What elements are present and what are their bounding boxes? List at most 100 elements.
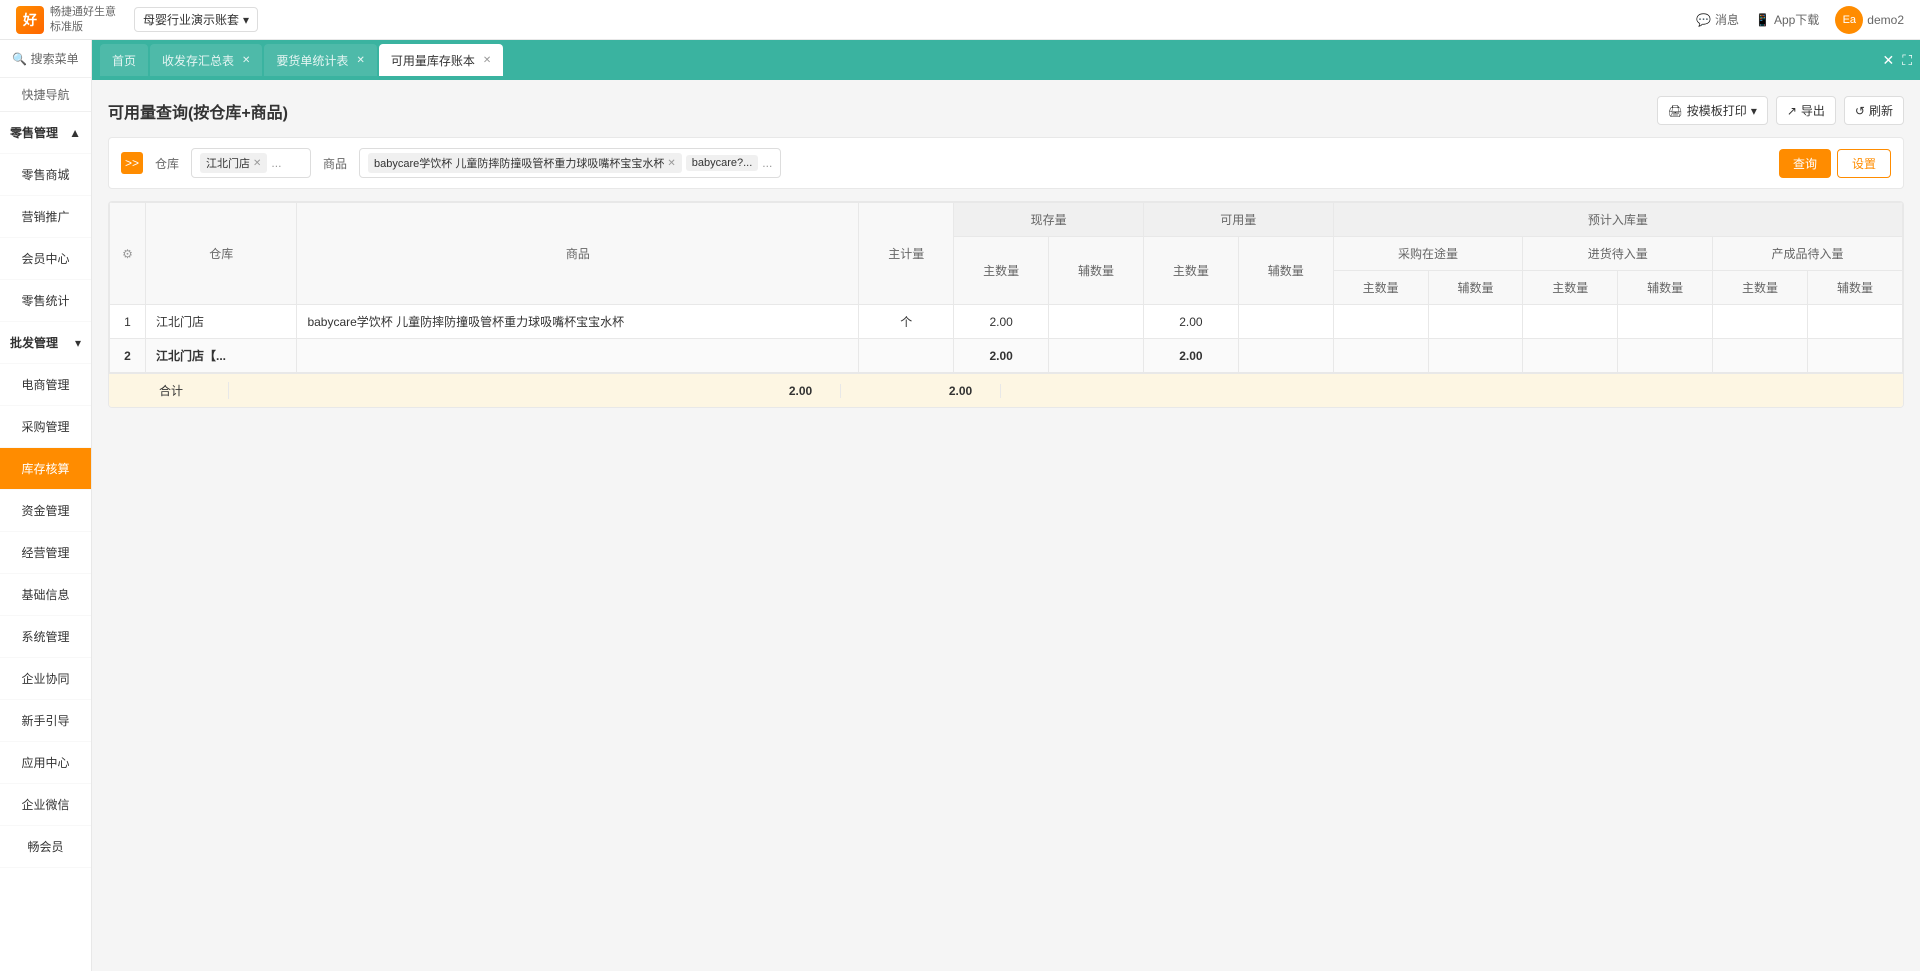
store-selector[interactable]: 母婴行业演示账套 ▾ xyxy=(134,7,258,32)
row1-product-main xyxy=(1713,305,1808,339)
warehouse-col-header: 仓库 xyxy=(146,203,297,305)
page-actions: 🖨 按模板打印 ▾ ↗ 导出 ↺ 刷新 xyxy=(1657,96,1904,125)
sidebar-item-guide[interactable]: 新手引导 xyxy=(0,700,91,742)
row2-product-aux xyxy=(1807,339,1902,373)
footer-label: 合计 xyxy=(149,382,229,399)
sidebar-item-ecommerce[interactable]: 电商管理 xyxy=(0,364,91,406)
sidebar-search[interactable]: 🔍 搜索菜单 xyxy=(0,40,91,78)
row1-available-aux xyxy=(1238,305,1333,339)
filter-actions: 查询 设置 xyxy=(1779,149,1891,178)
row1-purchase-main xyxy=(1333,305,1428,339)
tab-home[interactable]: 首页 xyxy=(100,44,148,76)
message-icon: 💬 xyxy=(1696,13,1711,27)
maximize-window-btn[interactable]: ⛶ xyxy=(1902,52,1912,69)
tab-available-ledger[interactable]: 可用量库存账本 ✕ xyxy=(379,44,503,76)
row1-index: 1 xyxy=(110,305,146,339)
purchase-aux-header: 辅数量 xyxy=(1428,271,1523,305)
close-window-btn[interactable]: ✕ xyxy=(1882,52,1894,69)
sidebar-item-member[interactable]: 会员中心 xyxy=(0,238,91,280)
chevron-down-icon: ▾ xyxy=(75,336,81,350)
tab-close-order-stats[interactable]: ✕ xyxy=(356,55,364,66)
row1-warehouse: 江北门店 xyxy=(146,305,297,339)
row1-current-aux xyxy=(1049,305,1144,339)
filter-expand-btn[interactable]: >> xyxy=(121,152,143,174)
sidebar-item-app-center[interactable]: 应用中心 xyxy=(0,742,91,784)
row1-incoming-aux xyxy=(1618,305,1713,339)
sidebar-item-enterprise-wechat[interactable]: 企业微信 xyxy=(0,784,91,826)
row2-purchase-main xyxy=(1333,339,1428,373)
warehouse-filter-input[interactable]: 江北门店 ✕ ... xyxy=(191,148,311,178)
tab-close-income-summary[interactable]: ✕ xyxy=(242,55,250,66)
data-table-container: ⚙ 仓库 商品 主计量 现存量 可用量 预计入库量 主数量 辅数量 xyxy=(108,201,1904,408)
tab-close-available-ledger[interactable]: ✕ xyxy=(483,55,491,66)
row1-unit: 个 xyxy=(859,305,954,339)
search-icon: 🔍 xyxy=(12,52,27,66)
row1-purchase-aux xyxy=(1428,305,1523,339)
tab-income-summary[interactable]: 收发存汇总表 ✕ xyxy=(150,44,262,76)
row1-product: babycare学饮杯 儿童防摔防撞吸管杯重力球吸嘴杯宝宝水杯 xyxy=(297,305,859,339)
table-row-subtotal: 2 江北门店【... 2.00 2.00 xyxy=(110,339,1903,373)
sidebar-item-wholesale[interactable]: 批发管理 ▾ xyxy=(0,322,91,364)
settings-icon[interactable]: ⚙ xyxy=(122,247,133,261)
sidebar-item-retail-stats[interactable]: 零售统计 xyxy=(0,280,91,322)
current-main-qty-header: 主数量 xyxy=(954,237,1049,305)
unit-col-header: 主计量 xyxy=(859,203,954,305)
sidebar-item-inventory[interactable]: 库存核算 xyxy=(0,448,91,490)
export-btn[interactable]: ↗ 导出 xyxy=(1776,96,1836,125)
sidebar-quick-nav[interactable]: 快捷导航 xyxy=(0,78,91,112)
print-template-btn[interactable]: 🖨 按模板打印 ▾ xyxy=(1657,96,1768,125)
product-more[interactable]: ... xyxy=(762,156,772,170)
product-tag1: babycare学饮杯 儿童防摔防撞吸管杯重力球吸嘴杯宝宝水杯 ✕ xyxy=(368,153,682,173)
sidebar-item-retail-mgmt[interactable]: 零售管理 ▲ xyxy=(0,112,91,154)
product-aux-header: 辅数量 xyxy=(1807,271,1902,305)
incoming-pending-header: 进货待入量 xyxy=(1523,237,1713,271)
chevron-down-icon: ▾ xyxy=(243,13,249,27)
message-btn[interactable]: 💬 消息 xyxy=(1696,11,1739,28)
warehouse-more[interactable]: ... xyxy=(271,156,281,170)
warehouse-tag-close[interactable]: ✕ xyxy=(253,158,261,169)
sidebar-item-operation[interactable]: 经营管理 xyxy=(0,532,91,574)
row1-current-main: 2.00 xyxy=(954,305,1049,339)
sidebar-item-finance[interactable]: 资金管理 xyxy=(0,490,91,532)
warehouse-tag: 江北门店 ✕ xyxy=(200,153,267,173)
table-row: 1 江北门店 babycare学饮杯 儿童防摔防撞吸管杯重力球吸嘴杯宝宝水杯 个… xyxy=(110,305,1903,339)
print-icon: 🖨 xyxy=(1668,104,1683,118)
sidebar-item-retail-mall[interactable]: 零售商城 xyxy=(0,154,91,196)
row1-product-aux xyxy=(1807,305,1902,339)
available-main-qty-header: 主数量 xyxy=(1143,237,1238,305)
sidebar-item-basic-info[interactable]: 基础信息 xyxy=(0,574,91,616)
incoming-main-header: 主数量 xyxy=(1523,271,1618,305)
product-filter-input[interactable]: babycare学饮杯 儿童防摔防撞吸管杯重力球吸嘴杯宝宝水杯 ✕ babyca… xyxy=(359,148,781,178)
query-button[interactable]: 查询 xyxy=(1779,149,1831,178)
product-tag1-close[interactable]: ✕ xyxy=(667,158,675,169)
incoming-aux-header: 辅数量 xyxy=(1618,271,1713,305)
setting-button[interactable]: 设置 xyxy=(1837,149,1891,178)
product-col-header: 商品 xyxy=(297,203,859,305)
tab-order-stats[interactable]: 要货单统计表 ✕ xyxy=(264,44,376,76)
filter-bar: >> 仓库 江北门店 ✕ ... 商品 babycare学饮杯 儿童防摔防撞吸管… xyxy=(108,137,1904,189)
sidebar-item-vip[interactable]: 畅会员 xyxy=(0,826,91,868)
avatar: Ea xyxy=(1835,6,1863,34)
row2-product-main xyxy=(1713,339,1808,373)
row2-unit xyxy=(859,339,954,373)
refresh-icon: ↺ xyxy=(1855,104,1865,118)
chevron-down-icon: ▾ xyxy=(1751,104,1757,118)
available-aux-qty-header: 辅数量 xyxy=(1238,237,1333,305)
row2-current-main: 2.00 xyxy=(954,339,1049,373)
row1-available-main: 2.00 xyxy=(1143,305,1238,339)
purchase-transit-header: 采购在途量 xyxy=(1333,237,1523,271)
current-aux-qty-header: 辅数量 xyxy=(1049,237,1144,305)
sidebar-item-enterprise[interactable]: 企业协同 xyxy=(0,658,91,700)
settings-col-header[interactable]: ⚙ xyxy=(110,203,146,305)
refresh-btn[interactable]: ↺ 刷新 xyxy=(1844,96,1904,125)
app-download-btn[interactable]: 📱 App下载 xyxy=(1755,11,1819,28)
page-header: 可用量查询(按仓库+商品) 🖨 按模板打印 ▾ ↗ 导出 ↺ 刷新 xyxy=(108,96,1904,125)
tab-bar: 首页 收发存汇总表 ✕ 要货单统计表 ✕ 可用量库存账本 ✕ ✕ ⛶ xyxy=(92,40,1920,80)
sidebar-item-marketing[interactable]: 营销推广 xyxy=(0,196,91,238)
table-footer: 合计 2.00 2.00 xyxy=(109,373,1903,407)
available-col-header: 可用量 xyxy=(1143,203,1333,237)
sidebar-item-purchase[interactable]: 采购管理 xyxy=(0,406,91,448)
sidebar-item-system[interactable]: 系统管理 xyxy=(0,616,91,658)
product-tag2: babycare?... xyxy=(686,155,759,171)
user-profile[interactable]: Ea demo2 xyxy=(1835,6,1904,34)
